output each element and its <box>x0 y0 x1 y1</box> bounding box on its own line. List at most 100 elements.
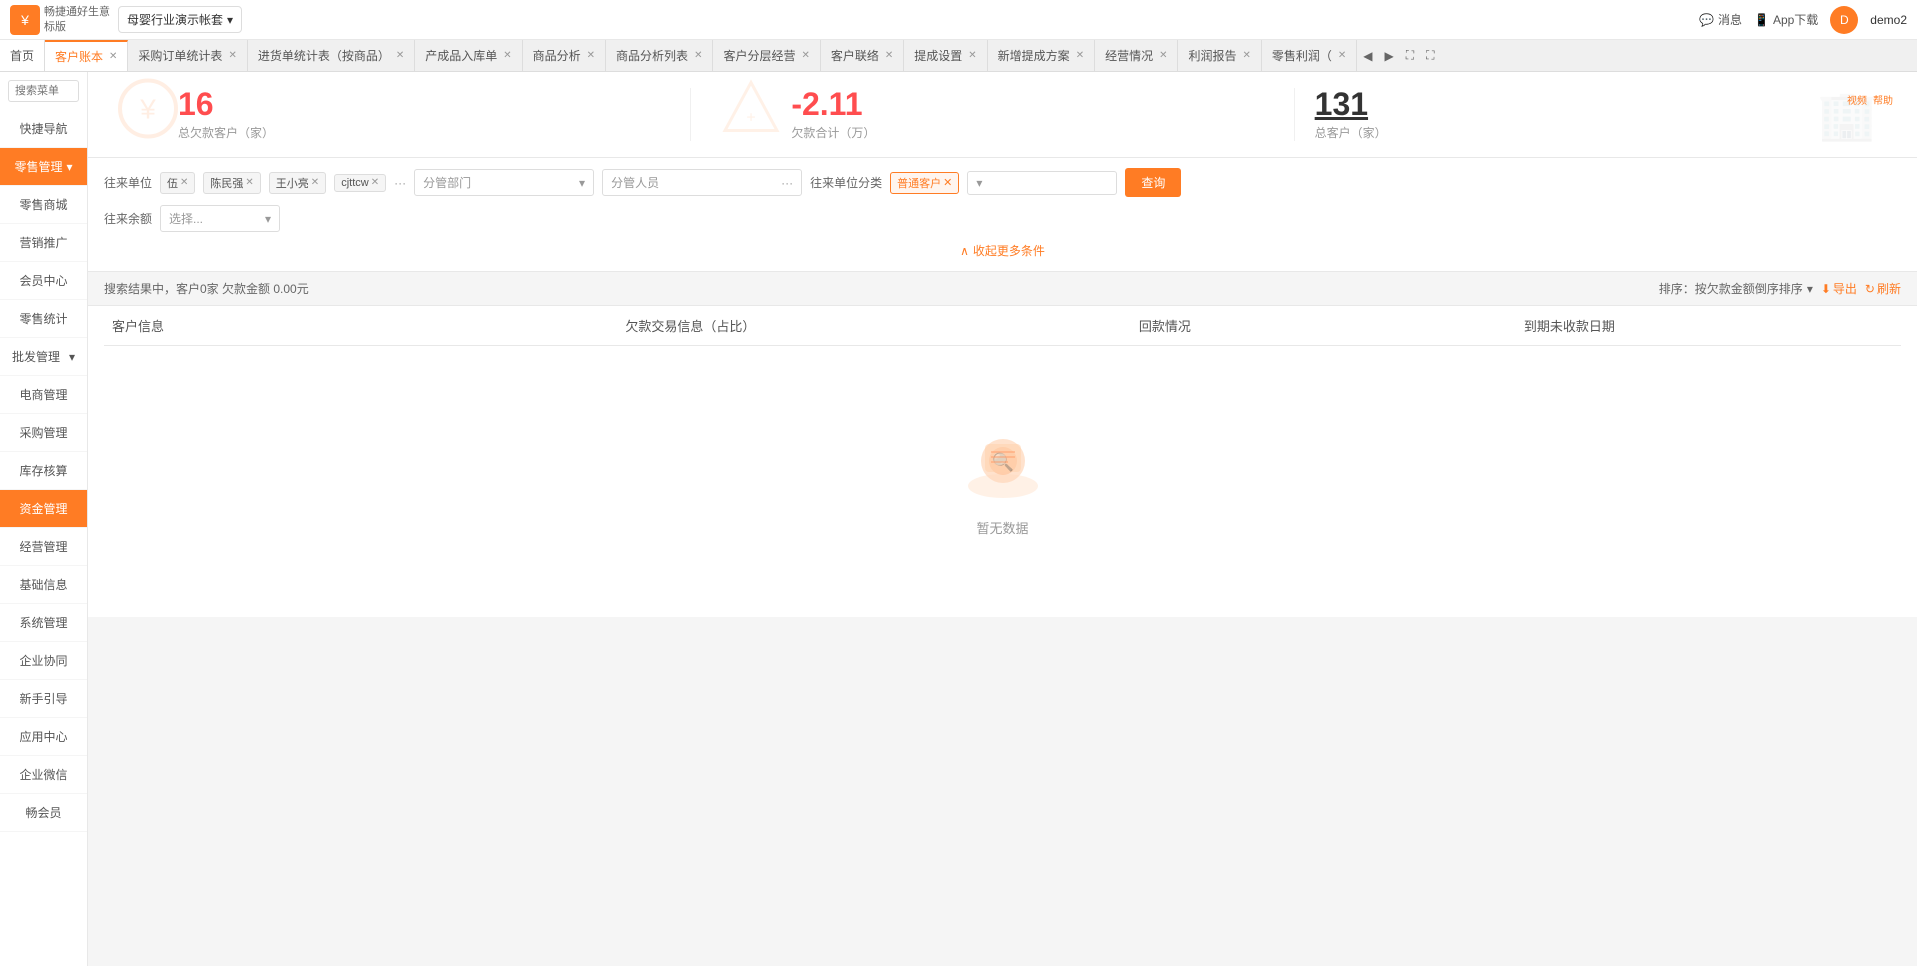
tab-close-icon[interactable]: ✕ <box>885 50 893 61</box>
tab-expand[interactable]: ⛶ <box>1400 48 1420 63</box>
sidebar-item-wholesale[interactable]: 批发管理 ▾ <box>0 338 87 376</box>
sidebar-item-purchase[interactable]: 采购管理 <box>0 414 87 452</box>
sidebar-item-finance[interactable]: 资金管理 <box>0 490 87 528</box>
tab-bar: 首页 客户账本 ✕ 采购订单统计表 ✕ 进货单统计表（按商品） ✕ 产成品入库单… <box>0 40 1917 72</box>
sidebar-item-newbie[interactable]: 新手引导 <box>0 680 87 718</box>
tab-close-icon[interactable]: ✕ <box>228 50 236 61</box>
video-link[interactable]: 视频 <box>1847 92 1867 107</box>
account-dropdown[interactable]: 母婴行业演示帐套 ▾ <box>118 6 242 33</box>
sidebar-item-system[interactable]: 系统管理 <box>0 604 87 642</box>
tag-close-icon[interactable]: ✕ <box>311 177 319 188</box>
sidebar-item-retail[interactable]: 零售管理 ▾ <box>0 148 87 186</box>
tab-new-promotion[interactable]: 新增提成方案 ✕ <box>988 40 1095 72</box>
sidebar-item-ecommerce[interactable]: 电商管理 <box>0 376 87 414</box>
sidebar-item-retail-stats[interactable]: 零售统计 <box>0 300 87 338</box>
col-customer-info: 客户信息 <box>104 316 617 335</box>
tab-stock-stats[interactable]: 进货单统计表（按商品） ✕ <box>248 40 415 72</box>
tab-customer-book[interactable]: 客户账本 ✕ <box>45 40 128 72</box>
user-avatar[interactable]: D <box>1830 6 1858 34</box>
unit-class-tag[interactable]: 普通客户 ✕ <box>890 172 959 194</box>
sidebar-item-app-center[interactable]: 应用中心 <box>0 718 87 756</box>
collapse-button[interactable]: ∧ 收起更多条件 <box>104 240 1901 261</box>
sidebar-item-basic[interactable]: 基础信息 <box>0 566 87 604</box>
tab-business-status[interactable]: 经营情况 ✕ <box>1095 40 1178 72</box>
sidebar-item-enterprise[interactable]: 企业协同 <box>0 642 87 680</box>
tab-customer-segment[interactable]: 客户分层经营 ✕ <box>713 40 820 72</box>
tab-purchase-order[interactable]: 采购订单统计表 ✕ <box>128 40 247 72</box>
help-link[interactable]: 帮助 <box>1873 92 1893 107</box>
app-download-btn[interactable]: 📱 App下载 <box>1754 11 1818 28</box>
tab-close-icon[interactable]: ✕ <box>968 50 976 61</box>
balance-label: 往来余额 <box>104 210 152 227</box>
tab-close-icon[interactable]: ✕ <box>1338 50 1346 61</box>
sidebar-item-vip[interactable]: 畅会员 <box>0 794 87 832</box>
sidebar-item-wechat[interactable]: 企业微信 <box>0 756 87 794</box>
tab-product-analysis[interactable]: 商品分析 ✕ <box>523 40 606 72</box>
export-button[interactable]: ⬇ 导出 <box>1821 280 1857 297</box>
tab-profit-report[interactable]: 利润报告 ✕ <box>1178 40 1261 72</box>
sidebar-item-label: 企业微信 <box>19 766 67 783</box>
filter-tag-cjttcw[interactable]: cjttcw ✕ <box>334 174 386 192</box>
tab-promotion-settings[interactable]: 提成设置 ✕ <box>904 40 987 72</box>
stat-label-customers: 总欠款客户（家） <box>178 124 274 141</box>
tab-retail-profit[interactable]: 零售利润（ ✕ <box>1262 40 1357 72</box>
refresh-button[interactable]: ↻ 刷新 <box>1865 280 1901 297</box>
tab-close-icon[interactable]: ✕ <box>109 51 117 62</box>
tab-close-icon[interactable]: ✕ <box>396 50 404 61</box>
tab-close-icon[interactable]: ✕ <box>1159 50 1167 61</box>
classification-select[interactable]: ▾ <box>967 171 1117 195</box>
tag-close-icon[interactable]: ✕ <box>371 177 379 188</box>
tab-product-list[interactable]: 商品分析列表 ✕ <box>606 40 713 72</box>
sort-selector[interactable]: 排序：按欠款金额倒序排序 ▾ <box>1659 280 1813 297</box>
sidebar-item-marketing[interactable]: 营销推广 <box>0 224 87 262</box>
sidebar-item-inventory[interactable]: 库存核算 <box>0 452 87 490</box>
sort-label: 排序：按欠款金额倒序排序 <box>1659 280 1803 297</box>
user-name[interactable]: demo2 <box>1870 13 1907 27</box>
person-select[interactable]: 分管人员 ··· <box>602 169 802 196</box>
tab-fullscreen[interactable]: ⛶ <box>1420 48 1440 63</box>
tab-home[interactable]: 首页 <box>0 40 45 72</box>
stats-bar: ¥ 16 总欠款客户（家） + -2.11 欠款合计（万） 🏢 <box>88 72 1917 158</box>
filter-tag-chenminqiang[interactable]: 陈民强 ✕ <box>203 172 260 194</box>
sidebar-item-label: 系统管理 <box>19 614 67 631</box>
balance-select[interactable]: 选择... ▾ <box>160 205 280 232</box>
tab-close-icon[interactable]: ✕ <box>587 50 595 61</box>
stat-value-debt: -2.11 <box>791 88 875 120</box>
tab-close-icon[interactable]: ✕ <box>1076 50 1084 61</box>
sidebar-item-label: 会员中心 <box>19 272 67 289</box>
logo-area: ¥ 畅捷通好生意 标版 <box>10 5 110 35</box>
col-debt-info: 欠款交易信息（占比） <box>617 316 1130 335</box>
sidebar-item-retail-mall[interactable]: 零售商城 <box>0 186 87 224</box>
tab-close-icon[interactable]: ✕ <box>1243 50 1251 61</box>
sidebar-item-label: 快捷导航 <box>19 120 67 137</box>
tab-close-icon[interactable]: ✕ <box>503 50 511 61</box>
filter-tag-wangxiaoliang[interactable]: 王小亮 ✕ <box>269 172 326 194</box>
tab-close-icon[interactable]: ✕ <box>801 50 809 61</box>
filter-tag-unit[interactable]: 伍 ✕ <box>160 172 195 194</box>
result-info: 搜索结果中，客户0家 欠款金额 0.00元 <box>104 280 309 297</box>
query-button[interactable]: 查询 <box>1125 168 1181 197</box>
tab-scroll-right[interactable]: ▶ <box>1379 49 1400 63</box>
tab-product-stock[interactable]: 产成品入库单 ✕ <box>415 40 522 72</box>
tab-customer-contact[interactable]: 客户联络 ✕ <box>821 40 904 72</box>
filter-more-tags[interactable]: ··· <box>394 176 406 190</box>
tag-close-icon[interactable]: ✕ <box>180 177 188 188</box>
tab-scroll-left[interactable]: ◀ <box>1357 49 1378 63</box>
svg-text:+: + <box>747 109 756 126</box>
top-header: ¥ 畅捷通好生意 标版 母婴行业演示帐套 ▾ 💬 消息 📱 App下载 D de… <box>0 0 1917 40</box>
sidebar-item-label: 新手引导 <box>19 690 67 707</box>
message-btn[interactable]: 💬 消息 <box>1699 11 1742 28</box>
search-input[interactable] <box>8 80 79 102</box>
sidebar-item-operations[interactable]: 经营管理 <box>0 528 87 566</box>
tab-close-icon[interactable]: ✕ <box>694 50 702 61</box>
tag-close-icon[interactable]: ✕ <box>245 177 253 188</box>
download-icon: 📱 <box>1754 13 1769 27</box>
export-icon: ⬇ <box>1821 282 1831 296</box>
tag-close-icon[interactable]: ✕ <box>943 176 952 189</box>
dept-select[interactable]: 分管部门 ▾ <box>414 169 594 196</box>
sidebar-item-member[interactable]: 会员中心 <box>0 262 87 300</box>
sidebar-item-quick-nav[interactable]: 快捷导航 <box>0 110 87 148</box>
filter-area: 往来单位 伍 ✕ 陈民强 ✕ 王小亮 ✕ cjttcw ✕ ··· <box>88 158 1917 272</box>
header-right: 💬 消息 📱 App下载 D demo2 <box>1699 6 1907 34</box>
chevron-up-icon: ∧ <box>960 244 969 258</box>
